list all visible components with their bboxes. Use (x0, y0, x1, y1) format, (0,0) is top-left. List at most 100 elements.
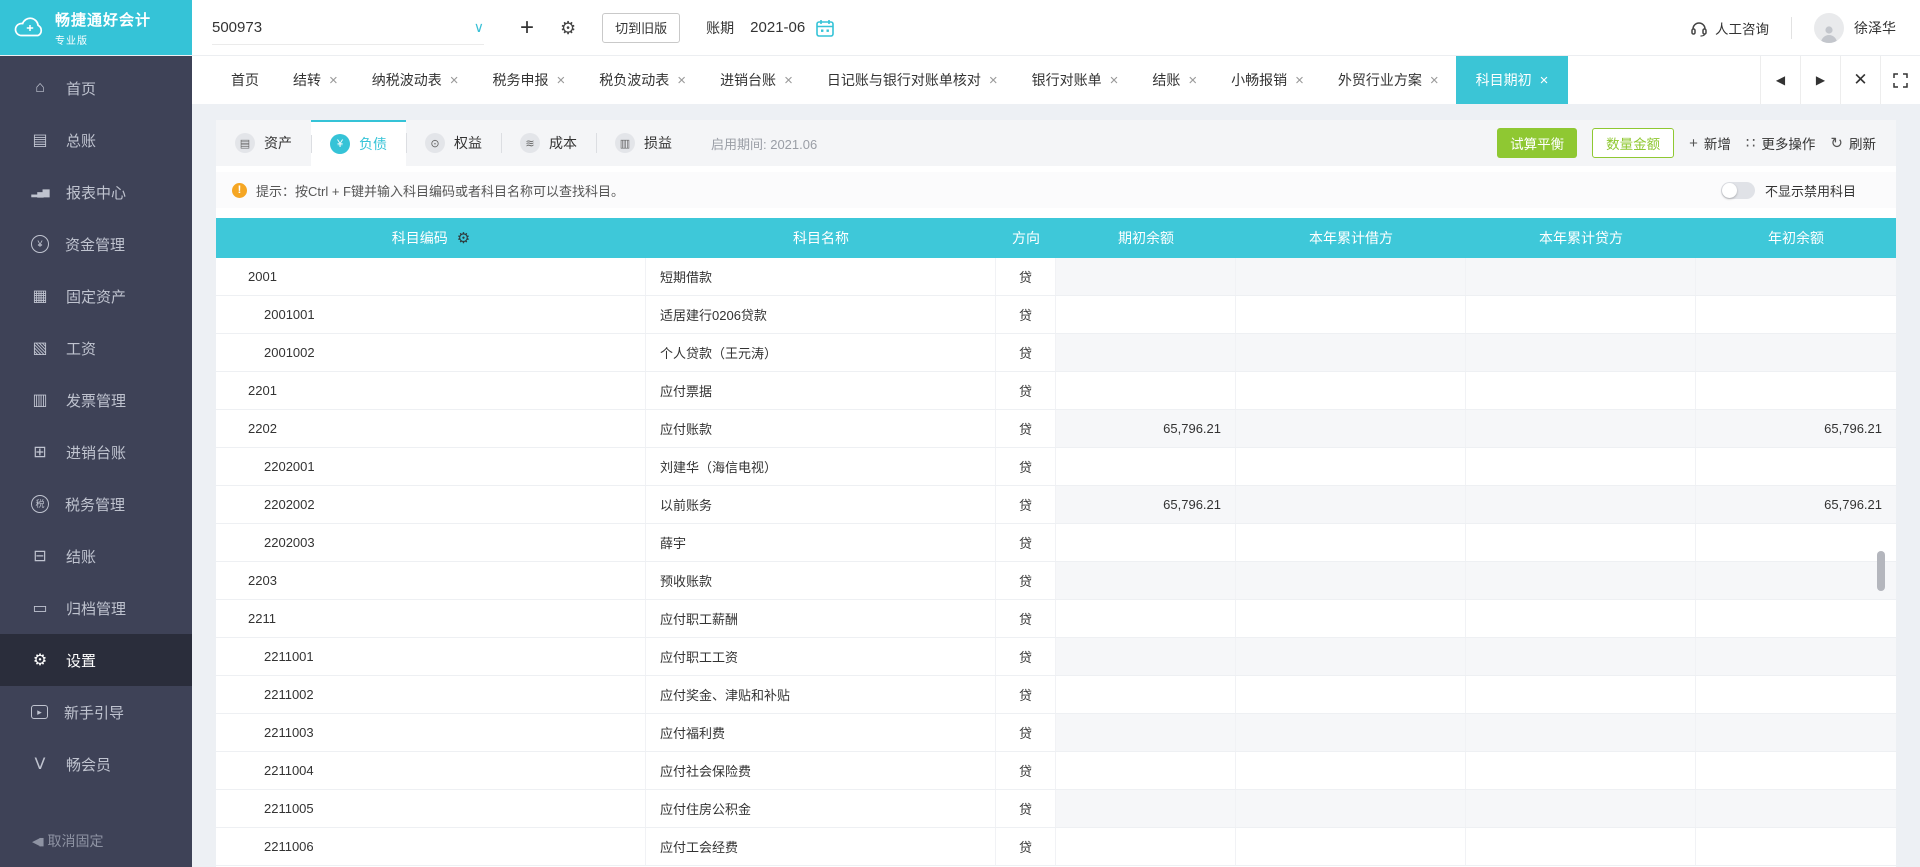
close-tab-icon[interactable]: × (1110, 72, 1119, 89)
sidebar-item-新手引导[interactable]: ▸ 新手引导 (0, 686, 192, 738)
next-tab-icon[interactable]: ▶ (1800, 56, 1840, 104)
tab-日记账与银行对账单核对[interactable]: 日记账与银行对账单核对 × (810, 56, 1015, 104)
sidebar-item-首页[interactable]: ⌂ 首页 (0, 62, 192, 114)
cell-ytd-credit (1466, 752, 1696, 789)
support-link[interactable]: 人工咨询 (1690, 18, 1769, 38)
close-tab-icon[interactable]: × (784, 72, 793, 89)
table-row[interactable]: 2201 应付票据贷 (216, 372, 1896, 410)
table-row[interactable]: 2001 短期借款贷 (216, 258, 1896, 296)
table-row[interactable]: 2202002 以前账务贷 65,796.21 65,796.21 (216, 486, 1896, 524)
sidebar-item-设置[interactable]: ⚙ 设置 (0, 634, 192, 686)
cell-code: 2202 (216, 410, 646, 447)
table-row[interactable]: 2001001 适居建行0206贷款贷 (216, 296, 1896, 334)
close-tab-icon[interactable]: × (677, 72, 686, 89)
add-new-button[interactable]: + 新增 (1689, 133, 1731, 153)
tab-小畅报销[interactable]: 小畅报销 × (1214, 56, 1321, 104)
avatar[interactable] (1814, 12, 1844, 43)
cell-ytd-debit (1236, 790, 1466, 827)
cell-code: 2202001 (216, 448, 646, 485)
cell-opening-balance (1056, 372, 1236, 409)
more-operations-button[interactable]: ∷ 更多操作 (1746, 133, 1816, 153)
trial-balance-button[interactable]: 试算平衡 (1497, 128, 1578, 158)
liability-icon: ¥ (330, 134, 350, 154)
close-tab-icon[interactable]: × (329, 72, 338, 89)
cell-initial-balance (1696, 372, 1896, 409)
sidebar-item-畅会员[interactable]: Ⅴ 畅会员 (0, 738, 192, 790)
close-tabs-icon[interactable]: ✕ (1840, 56, 1880, 104)
tab-结账[interactable]: 结账 × (1135, 56, 1214, 104)
prev-tab-icon[interactable]: ◀ (1760, 56, 1800, 104)
user-name[interactable]: 徐泽华 (1854, 18, 1896, 38)
add-account-set-icon[interactable]: + (520, 15, 534, 40)
switch-old-version-button[interactable]: 切到旧版 (602, 12, 681, 43)
sidebar-item-归档管理[interactable]: ▭ 归档管理 (0, 582, 192, 634)
category-tab-权益[interactable]: ⊙ 权益 (406, 120, 501, 166)
account-set-value: 500973 (212, 18, 263, 36)
sidebar-item-税务管理[interactable]: 税税务管理 (0, 478, 192, 530)
sidebar-item-固定资产[interactable]: ▦ 固定资产 (0, 270, 192, 322)
table-row[interactable]: 2211005 应付住房公积金贷 (216, 790, 1896, 828)
close-tab-icon[interactable]: × (557, 72, 566, 89)
sidebar-item-进销台账[interactable]: ⊞ 进销台账 (0, 426, 192, 478)
sidebar-item-报表中心[interactable]: ▂▄▆ 报表中心 (0, 166, 192, 218)
close-tab-icon[interactable]: × (1188, 72, 1197, 89)
cell-code: 2203 (216, 562, 646, 599)
table-row[interactable]: 2211003 应付福利费贷 (216, 714, 1896, 752)
sidebar-item-总账[interactable]: ▤ 总账 (0, 114, 192, 166)
sidebar-item-工资[interactable]: ▧ 工资 (0, 322, 192, 374)
vertical-scrollbar-thumb[interactable] (1877, 551, 1885, 591)
table-row[interactable]: 2001002 个人贷款（王元涛）贷 (216, 334, 1896, 372)
column-settings-gear-icon[interactable]: ⚙ (457, 231, 470, 246)
cell-name: 短期借款 (646, 258, 996, 295)
sidebar-item-资金管理[interactable]: ¥ 资金管理 (0, 218, 192, 270)
tab-外贸行业方案[interactable]: 外贸行业方案 × (1321, 56, 1456, 104)
table-row[interactable]: 2202003 薛宇贷 (216, 524, 1896, 562)
close-tab-icon[interactable]: × (450, 72, 459, 89)
support-label: 人工咨询 (1715, 21, 1769, 37)
table-row[interactable]: 2211 应付职工薪酬贷 (216, 600, 1896, 638)
tab-税务申报[interactable]: 税务申报 × (476, 56, 583, 104)
tab-首页[interactable]: 首页 (214, 56, 276, 104)
category-tab-成本[interactable]: ≋ 成本 (501, 120, 596, 166)
gear-icon[interactable]: ⚙ (560, 19, 576, 37)
tab-税负波动表[interactable]: 税负波动表 × (582, 56, 703, 104)
cell-opening-balance (1056, 334, 1236, 371)
fullscreen-icon[interactable] (1880, 56, 1920, 104)
cell-initial-balance: 65,796.21 (1696, 410, 1896, 447)
cell-code: 2001001 (216, 296, 646, 333)
tab-结转[interactable]: 结转 × (276, 56, 355, 104)
sidebar-item-结账[interactable]: ⊟ 结账 (0, 530, 192, 582)
close-tab-icon[interactable]: × (1295, 72, 1304, 89)
tab-银行对账单[interactable]: 银行对账单 × (1015, 56, 1136, 104)
table-row[interactable]: 2211006 应付工会经费贷 (216, 828, 1896, 866)
table-row[interactable]: 2202 应付账款贷 65,796.21 65,796.21 (216, 410, 1896, 448)
refresh-button[interactable]: ↻ 刷新 (1830, 133, 1876, 153)
category-tab-负债[interactable]: ¥ 负债 (311, 120, 406, 166)
tab-进销台账[interactable]: 进销台账 × (703, 56, 810, 104)
column-header-label: 期初余额 (1118, 230, 1174, 246)
hide-disabled-toggle[interactable] (1720, 181, 1755, 199)
quantity-amount-button[interactable]: 数量金额 (1592, 128, 1675, 158)
category-tab-资产[interactable]: ▤ 资产 (216, 120, 311, 166)
tab-科目期初[interactable]: 科目期初 × (1455, 56, 1569, 104)
close-tab-icon[interactable]: × (1430, 72, 1439, 89)
top-bar: 畅捷通好会计 专业版 500973 ∨ + ⚙ 切到旧版 账期 2021-06 (0, 0, 1920, 56)
table-row[interactable]: 2203 预收账款贷 (216, 562, 1896, 600)
unpin-sidebar-button[interactable]: ◀▮ 取消固定 (32, 831, 104, 851)
period-value[interactable]: 2021-06 (750, 19, 805, 36)
topbar-divider (1791, 16, 1792, 39)
column-header-dir: 方向 (996, 218, 1056, 258)
close-tab-icon[interactable]: × (989, 72, 998, 89)
category-tab-损益[interactable]: ▥ 损益 (596, 120, 691, 166)
cell-direction: 贷 (996, 676, 1056, 713)
sidebar-item-发票管理[interactable]: ▥ 发票管理 (0, 374, 192, 426)
calendar-icon[interactable] (815, 18, 835, 38)
tab-纳税波动表[interactable]: 纳税波动表 × (355, 56, 476, 104)
account-set-selector[interactable]: 500973 ∨ (212, 11, 484, 45)
table-row[interactable]: 2211002 应付奖金、津贴和补贴贷 (216, 676, 1896, 714)
table-row[interactable]: 2202001 刘建华（海信电视）贷 (216, 448, 1896, 486)
table-row[interactable]: 2211001 应付职工工资贷 (216, 638, 1896, 676)
cell-name: 应付社会保险费 (646, 752, 996, 789)
table-row[interactable]: 2211004 应付社会保险费贷 (216, 752, 1896, 790)
close-tab-icon[interactable]: × (1540, 72, 1549, 89)
